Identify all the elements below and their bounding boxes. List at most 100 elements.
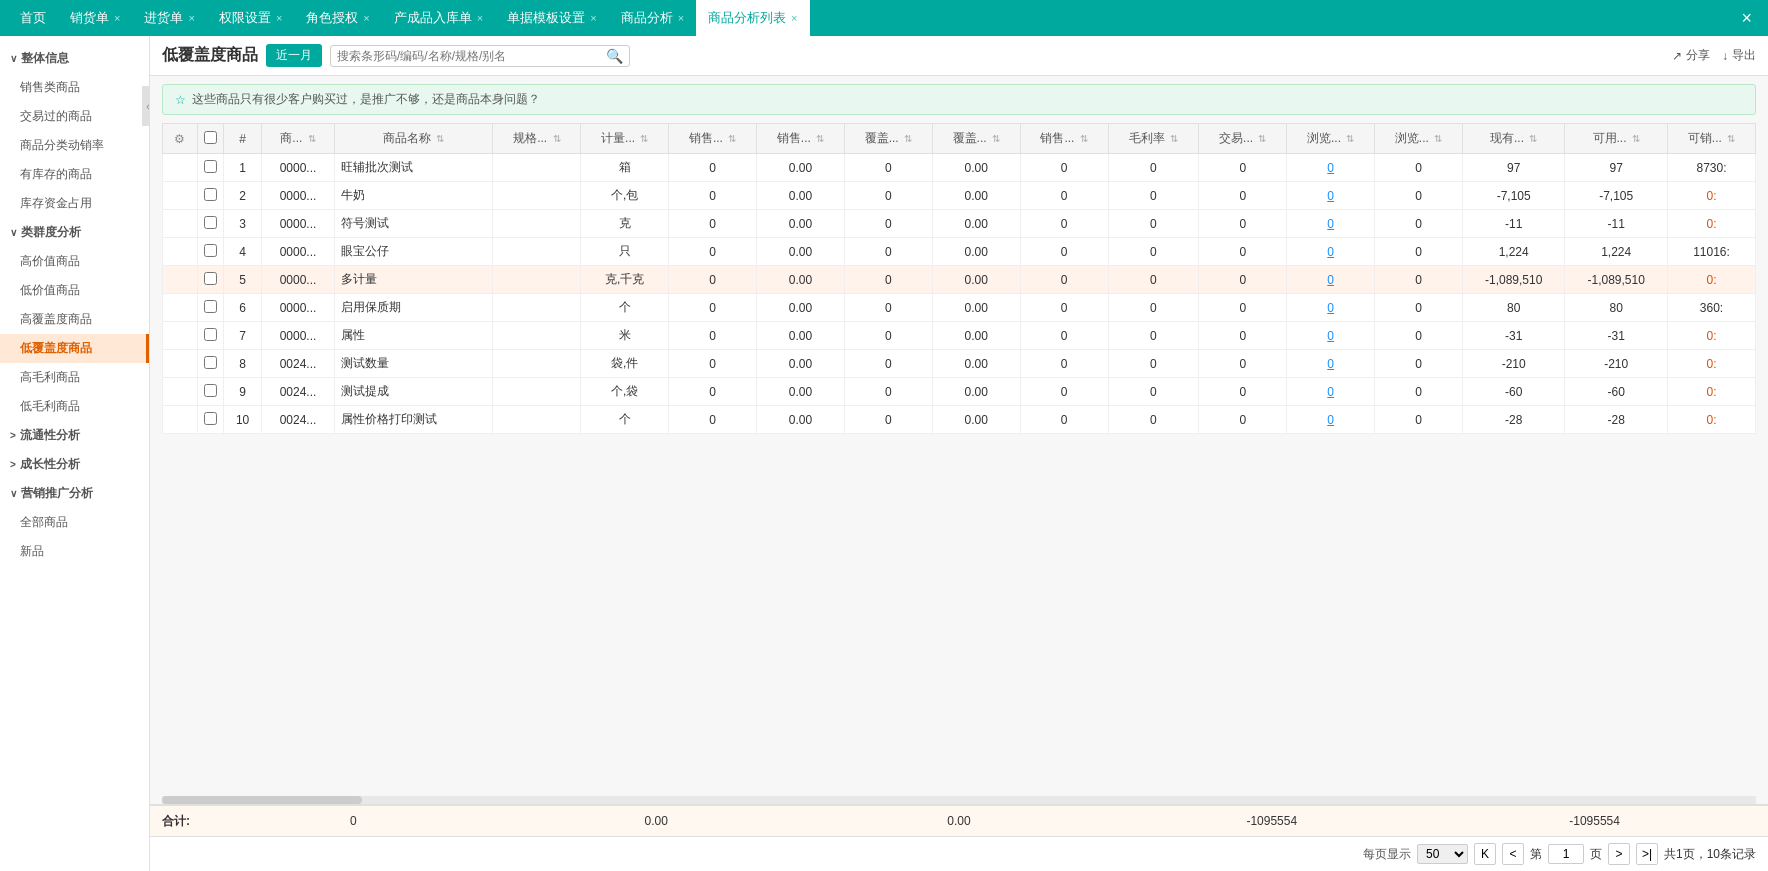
row-checkbox[interactable] [204, 412, 217, 425]
col-trade[interactable]: 交易... ⇅ [1199, 124, 1287, 154]
nav-product-analysis-close[interactable]: × [678, 12, 684, 24]
row-checkbox-cell[interactable] [197, 182, 223, 210]
col-code[interactable]: 商... ⇅ [262, 124, 334, 154]
sidebar-section-liquidity[interactable]: > 流通性分析 [0, 421, 149, 450]
nav-sales-close[interactable]: × [114, 12, 120, 24]
row-browse1[interactable]: 0 [1287, 294, 1375, 322]
row-checkbox-cell[interactable] [197, 378, 223, 406]
row-browse1[interactable]: 0 [1287, 322, 1375, 350]
row-checkbox[interactable] [204, 328, 217, 341]
settings-icon[interactable]: ⚙ [174, 132, 185, 146]
next-page-button[interactable]: > [1608, 843, 1630, 865]
sidebar-item-high-value[interactable]: 高价值商品 [0, 247, 149, 276]
nav-product-analysis-list-close[interactable]: × [791, 12, 797, 24]
col-browse1[interactable]: 浏览... ⇅ [1287, 124, 1375, 154]
row-browse1[interactable]: 0 [1287, 266, 1375, 294]
nav-purchase[interactable]: 进货单 × [132, 0, 206, 36]
row-browse1[interactable]: 0 [1287, 350, 1375, 378]
col-browse2[interactable]: 浏览... ⇅ [1375, 124, 1463, 154]
col-spec[interactable]: 规格... ⇅ [493, 124, 581, 154]
search-icon[interactable]: 🔍 [606, 48, 623, 64]
export-button[interactable]: ↓ 导出 [1722, 47, 1756, 64]
nav-permissions[interactable]: 权限设置 × [207, 0, 294, 36]
period-button[interactable]: 近一月 [266, 44, 322, 67]
sidebar-section-growth[interactable]: > 成长性分析 [0, 450, 149, 479]
nav-finished-goods-close[interactable]: × [477, 12, 483, 24]
row-browse1[interactable]: 0 [1287, 238, 1375, 266]
row-checkbox-cell[interactable] [197, 154, 223, 182]
col-gross-rate[interactable]: 毛利率 ⇅ [1108, 124, 1199, 154]
sidebar-item-category-rate[interactable]: 商品分类动销率 [0, 131, 149, 160]
sidebar-item-in-stock[interactable]: 有库存的商品 [0, 160, 149, 189]
row-checkbox-cell[interactable] [197, 406, 223, 434]
sidebar-item-low-coverage[interactable]: 低覆盖度商品 [0, 334, 149, 363]
horizontal-scrollbar[interactable] [162, 796, 1756, 804]
col-available-stock[interactable]: 可用... ⇅ [1565, 124, 1668, 154]
col-current-stock[interactable]: 现有... ⇅ [1462, 124, 1565, 154]
first-page-button[interactable]: K [1474, 843, 1496, 865]
nav-purchase-close[interactable]: × [188, 12, 194, 24]
row-checkbox-cell[interactable] [197, 266, 223, 294]
row-browse1[interactable]: 0 [1287, 406, 1375, 434]
nav-sales[interactable]: 销货单 × [58, 0, 132, 36]
sidebar-item-high-profit[interactable]: 高毛利商品 [0, 363, 149, 392]
page-size-select[interactable]: 50 20 100 [1417, 844, 1468, 864]
page-number-input[interactable] [1548, 844, 1584, 864]
sidebar-item-new-goods[interactable]: 新品 [0, 537, 149, 566]
row-browse1[interactable]: 0 [1287, 154, 1375, 182]
sidebar-item-high-coverage[interactable]: 高覆盖度商品 [0, 305, 149, 334]
share-button[interactable]: ↗ 分享 [1672, 47, 1710, 64]
col-name[interactable]: 商品名称 ⇅ [334, 124, 493, 154]
row-checkbox[interactable] [204, 384, 217, 397]
scrollbar-thumb[interactable] [162, 796, 362, 804]
row-browse1[interactable]: 0 [1287, 182, 1375, 210]
row-checkbox-cell[interactable] [197, 210, 223, 238]
sidebar-section-marketing[interactable]: ∨ 营销推广分析 [0, 479, 149, 508]
col-settings[interactable]: ⚙ [163, 124, 198, 154]
sidebar-section-cluster[interactable]: ∨ 类群度分析 [0, 218, 149, 247]
row-checkbox[interactable] [204, 160, 217, 173]
row-checkbox[interactable] [204, 300, 217, 313]
col-sellable[interactable]: 可销... ⇅ [1667, 124, 1755, 154]
sidebar-item-low-profit[interactable]: 低毛利商品 [0, 392, 149, 421]
row-checkbox[interactable] [204, 188, 217, 201]
nav-template-close[interactable]: × [590, 12, 596, 24]
nav-finished-goods[interactable]: 产成品入库单 × [382, 0, 495, 36]
row-checkbox[interactable] [204, 356, 217, 369]
sidebar-item-stock-capital[interactable]: 库存资金占用 [0, 189, 149, 218]
col-coverage2[interactable]: 覆盖... ⇅ [932, 124, 1020, 154]
last-page-button[interactable]: >| [1636, 843, 1658, 865]
nav-template[interactable]: 单据模板设置 × [495, 0, 608, 36]
nav-home[interactable]: 首页 [8, 0, 58, 36]
nav-product-analysis-list[interactable]: 商品分析列表 × [696, 0, 809, 36]
row-checkbox-cell[interactable] [197, 322, 223, 350]
sidebar-item-all-goods[interactable]: 全部商品 [0, 508, 149, 537]
row-checkbox[interactable] [204, 272, 217, 285]
prev-page-button[interactable]: < [1502, 843, 1524, 865]
sidebar-collapse-button[interactable]: « [142, 86, 150, 126]
row-browse1[interactable]: 0 [1287, 378, 1375, 406]
row-checkbox-cell[interactable] [197, 294, 223, 322]
sidebar-item-traded-goods[interactable]: 交易过的商品 [0, 102, 149, 131]
nav-permissions-close[interactable]: × [276, 12, 282, 24]
sidebar-item-sales-goods[interactable]: 销售类商品 [0, 73, 149, 102]
col-checkbox[interactable] [197, 124, 223, 154]
row-checkbox-cell[interactable] [197, 238, 223, 266]
nav-product-analysis[interactable]: 商品分析 × [609, 0, 696, 36]
row-checkbox[interactable] [204, 216, 217, 229]
row-checkbox-cell[interactable] [197, 350, 223, 378]
col-sales-count[interactable]: 销售... ⇅ [669, 124, 757, 154]
col-sales-days[interactable]: 销售... ⇅ [1020, 124, 1108, 154]
sidebar-item-low-value[interactable]: 低价值商品 [0, 276, 149, 305]
sidebar-section-overall[interactable]: ∨ 整体信息 [0, 44, 149, 73]
select-all-checkbox[interactable] [204, 131, 217, 144]
col-sales-amount[interactable]: 销售... ⇅ [757, 124, 845, 154]
close-all-button[interactable]: × [1733, 8, 1760, 29]
search-input[interactable] [337, 49, 606, 63]
nav-role-close[interactable]: × [363, 12, 369, 24]
col-coverage1[interactable]: 覆盖... ⇅ [844, 124, 932, 154]
row-checkbox[interactable] [204, 244, 217, 257]
row-browse1[interactable]: 0 [1287, 210, 1375, 238]
nav-role[interactable]: 角色授权 × [294, 0, 381, 36]
col-unit[interactable]: 计量... ⇅ [581, 124, 669, 154]
